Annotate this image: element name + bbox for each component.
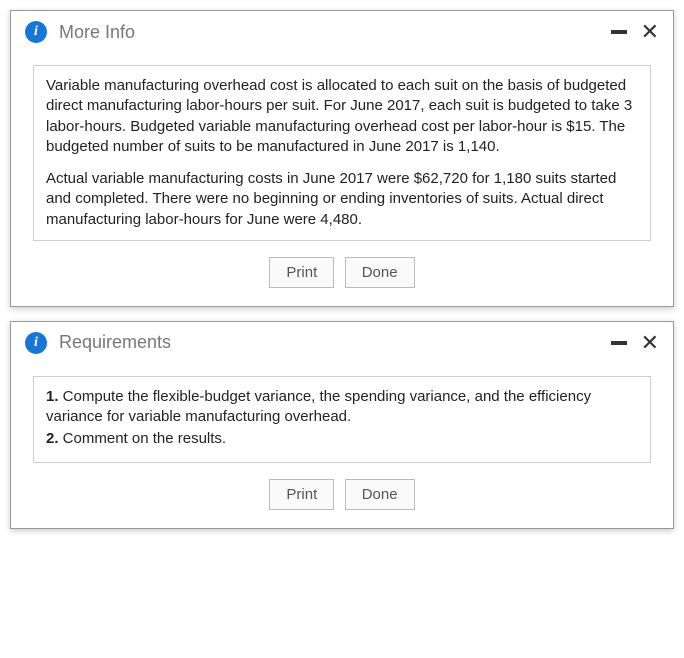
window-controls: ✕: [611, 332, 659, 354]
print-button[interactable]: Print: [269, 257, 334, 288]
info-icon: i: [25, 332, 47, 354]
dialog-body: 1. Compute the flexible-budget variance,…: [11, 364, 673, 528]
window-controls: ✕: [611, 21, 659, 43]
dialog-title: Requirements: [59, 332, 611, 353]
requirements-dialog: i Requirements ✕ 1. Compute the flexible…: [10, 321, 674, 529]
requirement-item: 1. Compute the flexible-budget variance,…: [46, 387, 638, 428]
more-info-dialog: i More Info ✕ Variable manufacturing ove…: [10, 10, 674, 307]
dialog-title: More Info: [59, 22, 611, 43]
info-paragraph: Actual variable manufacturing costs in J…: [46, 169, 638, 230]
requirement-item: 2. Comment on the results.: [46, 429, 638, 449]
close-icon[interactable]: ✕: [641, 332, 659, 354]
requirement-text: Compute the flexible-budget variance, th…: [46, 388, 591, 425]
info-content-box: Variable manufacturing overhead cost is …: [33, 65, 651, 241]
info-icon: i: [25, 21, 47, 43]
requirement-text: Comment on the results.: [59, 430, 227, 447]
done-button[interactable]: Done: [345, 479, 415, 510]
button-row: Print Done: [33, 479, 651, 510]
dialog-header: i More Info ✕: [11, 11, 673, 53]
print-button[interactable]: Print: [269, 479, 334, 510]
minimize-icon[interactable]: [611, 30, 627, 34]
dialog-header: i Requirements ✕: [11, 322, 673, 364]
requirements-content-box: 1. Compute the flexible-budget variance,…: [33, 376, 651, 463]
requirement-number: 1.: [46, 388, 59, 405]
button-row: Print Done: [33, 257, 651, 288]
minimize-icon[interactable]: [611, 341, 627, 345]
done-button[interactable]: Done: [345, 257, 415, 288]
dialog-body: Variable manufacturing overhead cost is …: [11, 53, 673, 306]
requirement-number: 2.: [46, 430, 59, 447]
info-paragraph: Variable manufacturing overhead cost is …: [46, 76, 638, 157]
close-icon[interactable]: ✕: [641, 21, 659, 43]
